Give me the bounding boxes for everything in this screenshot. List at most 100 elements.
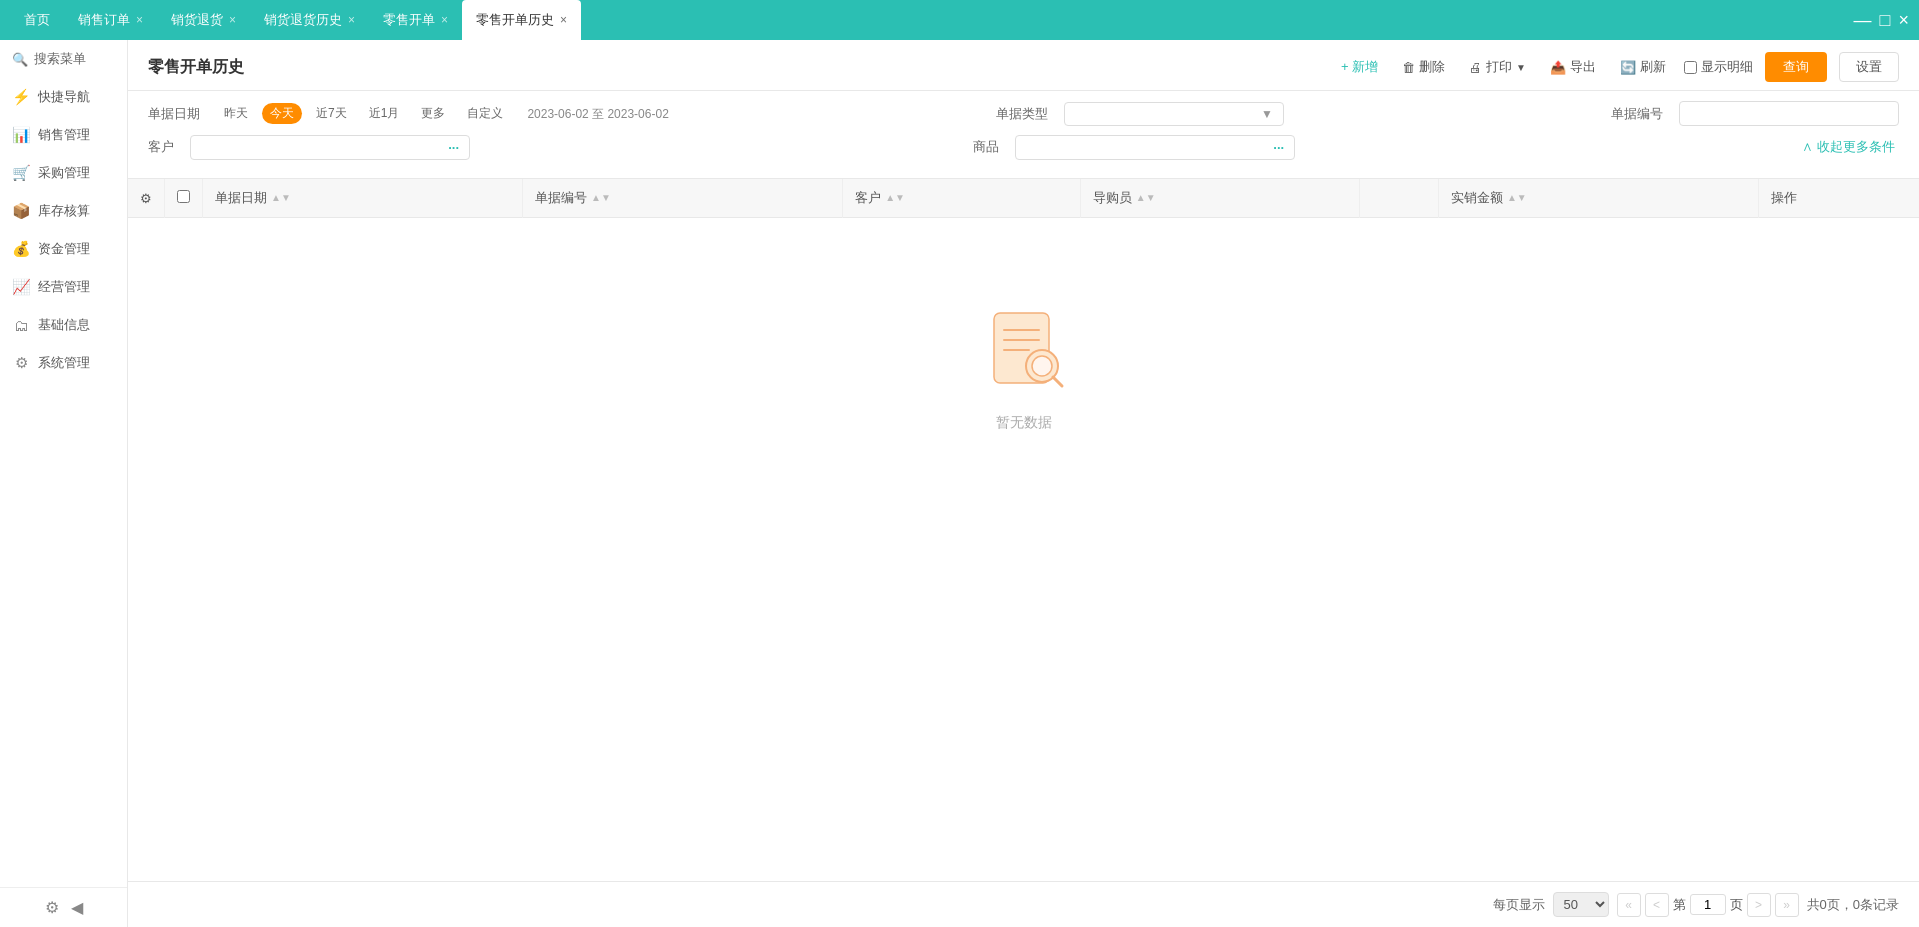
filter-collapse-btn[interactable]: ∧ 收起更多条件 — [1798, 134, 1899, 160]
tab-retail-open-close[interactable]: × — [441, 13, 448, 27]
export-button[interactable]: 📤 导出 — [1544, 54, 1602, 80]
top-tabbar: 首页 销售订单 × 销货退货 × 销货退货历史 × 零售开单 × 零售开单历史 … — [0, 0, 1919, 40]
per-page-select[interactable]: 50 10 20 100 — [1553, 892, 1609, 917]
customer-filter-label: 客户 — [148, 138, 174, 156]
product-filter-input[interactable]: ··· — [1015, 135, 1295, 160]
sidebar-item-quick-nav-label: 快捷导航 — [38, 88, 90, 106]
product-filter-label: 商品 — [973, 138, 999, 156]
th-checkbox[interactable] — [165, 179, 203, 218]
th-customer[interactable]: 客户 ▲▼ — [843, 179, 1081, 218]
sidebar-item-sys-mgmt[interactable]: ⚙ 系统管理 — [0, 344, 127, 382]
tab-sales-return-history-label: 销货退货历史 — [264, 11, 342, 29]
window-minimize-btn[interactable]: — — [1854, 10, 1872, 31]
filter-area: 单据日期 昨天 今天 近7天 近1月 更多 自定义 2023-06-02 至 2… — [128, 91, 1919, 179]
filter-row-1: 单据日期 昨天 今天 近7天 近1月 更多 自定义 2023-06-02 至 2… — [148, 101, 1899, 126]
display-detail-label: 显示明细 — [1701, 58, 1753, 76]
page-label: 第 — [1673, 896, 1686, 914]
purchase-mgmt-icon: 🛒 — [12, 164, 30, 182]
page-last-btn[interactable]: » — [1775, 893, 1799, 917]
display-detail-toggle[interactable]: 显示明细 — [1684, 58, 1753, 76]
th-amount-sort-icon: ▲▼ — [1507, 193, 1527, 203]
page-next-btn[interactable]: > — [1747, 893, 1771, 917]
th-date-sort-icon: ▲▼ — [271, 193, 291, 203]
sidebar-bottom: ⚙ ◀ — [0, 887, 127, 927]
th-date[interactable]: 单据日期 ▲▼ — [203, 179, 523, 218]
sidebar-collapse-icon[interactable]: ◀ — [71, 898, 83, 917]
tab-sales-return-close[interactable]: × — [229, 13, 236, 27]
page-total: 共0页，0条记录 — [1807, 896, 1899, 914]
th-action: 操作 — [1759, 179, 1919, 218]
settings-button[interactable]: 设置 — [1839, 52, 1899, 82]
sidebar-item-inventory[interactable]: 📦 库存核算 — [0, 192, 127, 230]
sidebar-search[interactable]: 🔍 搜索菜单 — [0, 40, 127, 78]
th-guide[interactable]: 导购员 ▲▼ — [1080, 179, 1359, 218]
th-settings[interactable]: ⚙ — [128, 179, 165, 218]
th-order-no[interactable]: 单据编号 ▲▼ — [523, 179, 843, 218]
th-order-no-label: 单据编号 — [535, 189, 587, 207]
page-input[interactable] — [1690, 894, 1726, 915]
th-action-label: 操作 — [1771, 190, 1797, 205]
filter-dates: 昨天 今天 近7天 近1月 更多 自定义 — [216, 103, 511, 124]
filter-row-2: 客户 ··· 商品 ··· ∧ 收起更多条件 — [148, 134, 1899, 160]
date-btn-1month[interactable]: 近1月 — [361, 103, 408, 124]
sidebar-settings-icon[interactable]: ⚙ — [45, 898, 59, 917]
date-filter-label: 单据日期 — [148, 105, 200, 123]
tab-sales-order[interactable]: 销售订单 × — [64, 0, 157, 40]
page-first-btn[interactable]: « — [1617, 893, 1641, 917]
refresh-button[interactable]: 🔄 刷新 — [1614, 54, 1672, 80]
tab-sales-order-close[interactable]: × — [136, 13, 143, 27]
display-detail-checkbox[interactable] — [1684, 61, 1697, 74]
tab-retail-open[interactable]: 零售开单 × — [369, 0, 462, 40]
delete-icon: 🗑 — [1402, 60, 1415, 75]
sidebar-item-sales-mgmt[interactable]: 📊 销售管理 — [0, 116, 127, 154]
tab-retail-open-history[interactable]: 零售开单历史 × — [462, 0, 581, 40]
window-close-btn[interactable]: × — [1898, 10, 1909, 31]
tab-retail-open-history-close[interactable]: × — [560, 13, 567, 27]
page-prev-btn[interactable]: < — [1645, 893, 1669, 917]
type-filter-label: 单据类型 — [996, 105, 1048, 123]
sidebar-item-finance[interactable]: 💰 资金管理 — [0, 230, 127, 268]
window-maximize-btn[interactable]: □ — [1880, 10, 1891, 31]
type-filter-arrow: ▼ — [1261, 107, 1273, 121]
tab-sales-return-history[interactable]: 销货退货历史 × — [250, 0, 369, 40]
date-btn-yesterday[interactable]: 昨天 — [216, 103, 256, 124]
customer-filter-input[interactable]: ··· — [190, 135, 470, 160]
tab-sales-return[interactable]: 销货退货 × — [157, 0, 250, 40]
query-button[interactable]: 查询 — [1765, 52, 1827, 82]
search-icon: 🔍 — [12, 52, 28, 67]
order-no-filter-input[interactable] — [1679, 101, 1899, 126]
tab-home[interactable]: 首页 — [10, 0, 64, 40]
svg-line-6 — [1053, 377, 1062, 386]
sidebar-item-quick-nav[interactable]: ⚡ 快捷导航 — [0, 78, 127, 116]
sidebar: 🔍 搜索菜单 ⚡ 快捷导航 📊 销售管理 🛒 采购管理 📦 库存核算 💰 资金管… — [0, 40, 128, 927]
date-btn-today[interactable]: 今天 — [262, 103, 302, 124]
table-header: ⚙ 单据日期 ▲▼ 单据编号 — [128, 179, 1919, 218]
sidebar-item-finance-label: 资金管理 — [38, 240, 90, 258]
th-amount[interactable]: 实销金额 ▲▼ — [1438, 179, 1758, 218]
select-all-checkbox[interactable] — [177, 190, 190, 203]
data-table: ⚙ 单据日期 ▲▼ 单据编号 — [128, 179, 1919, 218]
print-dropdown-icon: ▼ — [1516, 62, 1526, 73]
tab-home-label: 首页 — [24, 11, 50, 29]
print-button[interactable]: 🖨 打印 ▼ — [1463, 54, 1532, 80]
date-range-container: 2023-06-02 至 2023-06-02 — [527, 104, 668, 123]
empty-icon — [974, 298, 1074, 398]
empty-text: 暂无数据 — [996, 414, 1052, 432]
add-button[interactable]: + 新增 — [1335, 54, 1384, 80]
sidebar-item-base-info[interactable]: 🗂 基础信息 — [0, 306, 127, 344]
th-date-label: 单据日期 — [215, 189, 267, 207]
sidebar-item-purchase-mgmt[interactable]: 🛒 采购管理 — [0, 154, 127, 192]
sales-mgmt-icon: 📊 — [12, 126, 30, 144]
date-btn-more[interactable]: 更多 — [413, 103, 453, 124]
date-btn-7days[interactable]: 近7天 — [308, 103, 355, 124]
operations-icon: 📈 — [12, 278, 30, 296]
tab-sales-return-history-close[interactable]: × — [348, 13, 355, 27]
delete-button[interactable]: 🗑 删除 — [1396, 54, 1451, 80]
print-icon: 🖨 — [1469, 60, 1482, 75]
sidebar-search-label: 搜索菜单 — [34, 50, 86, 68]
date-btn-custom[interactable]: 自定义 — [459, 103, 511, 124]
delete-label: 删除 — [1419, 58, 1445, 76]
tab-sales-order-label: 销售订单 — [78, 11, 130, 29]
sidebar-item-operations[interactable]: 📈 经营管理 — [0, 268, 127, 306]
type-filter-select[interactable]: ▼ — [1064, 102, 1284, 126]
